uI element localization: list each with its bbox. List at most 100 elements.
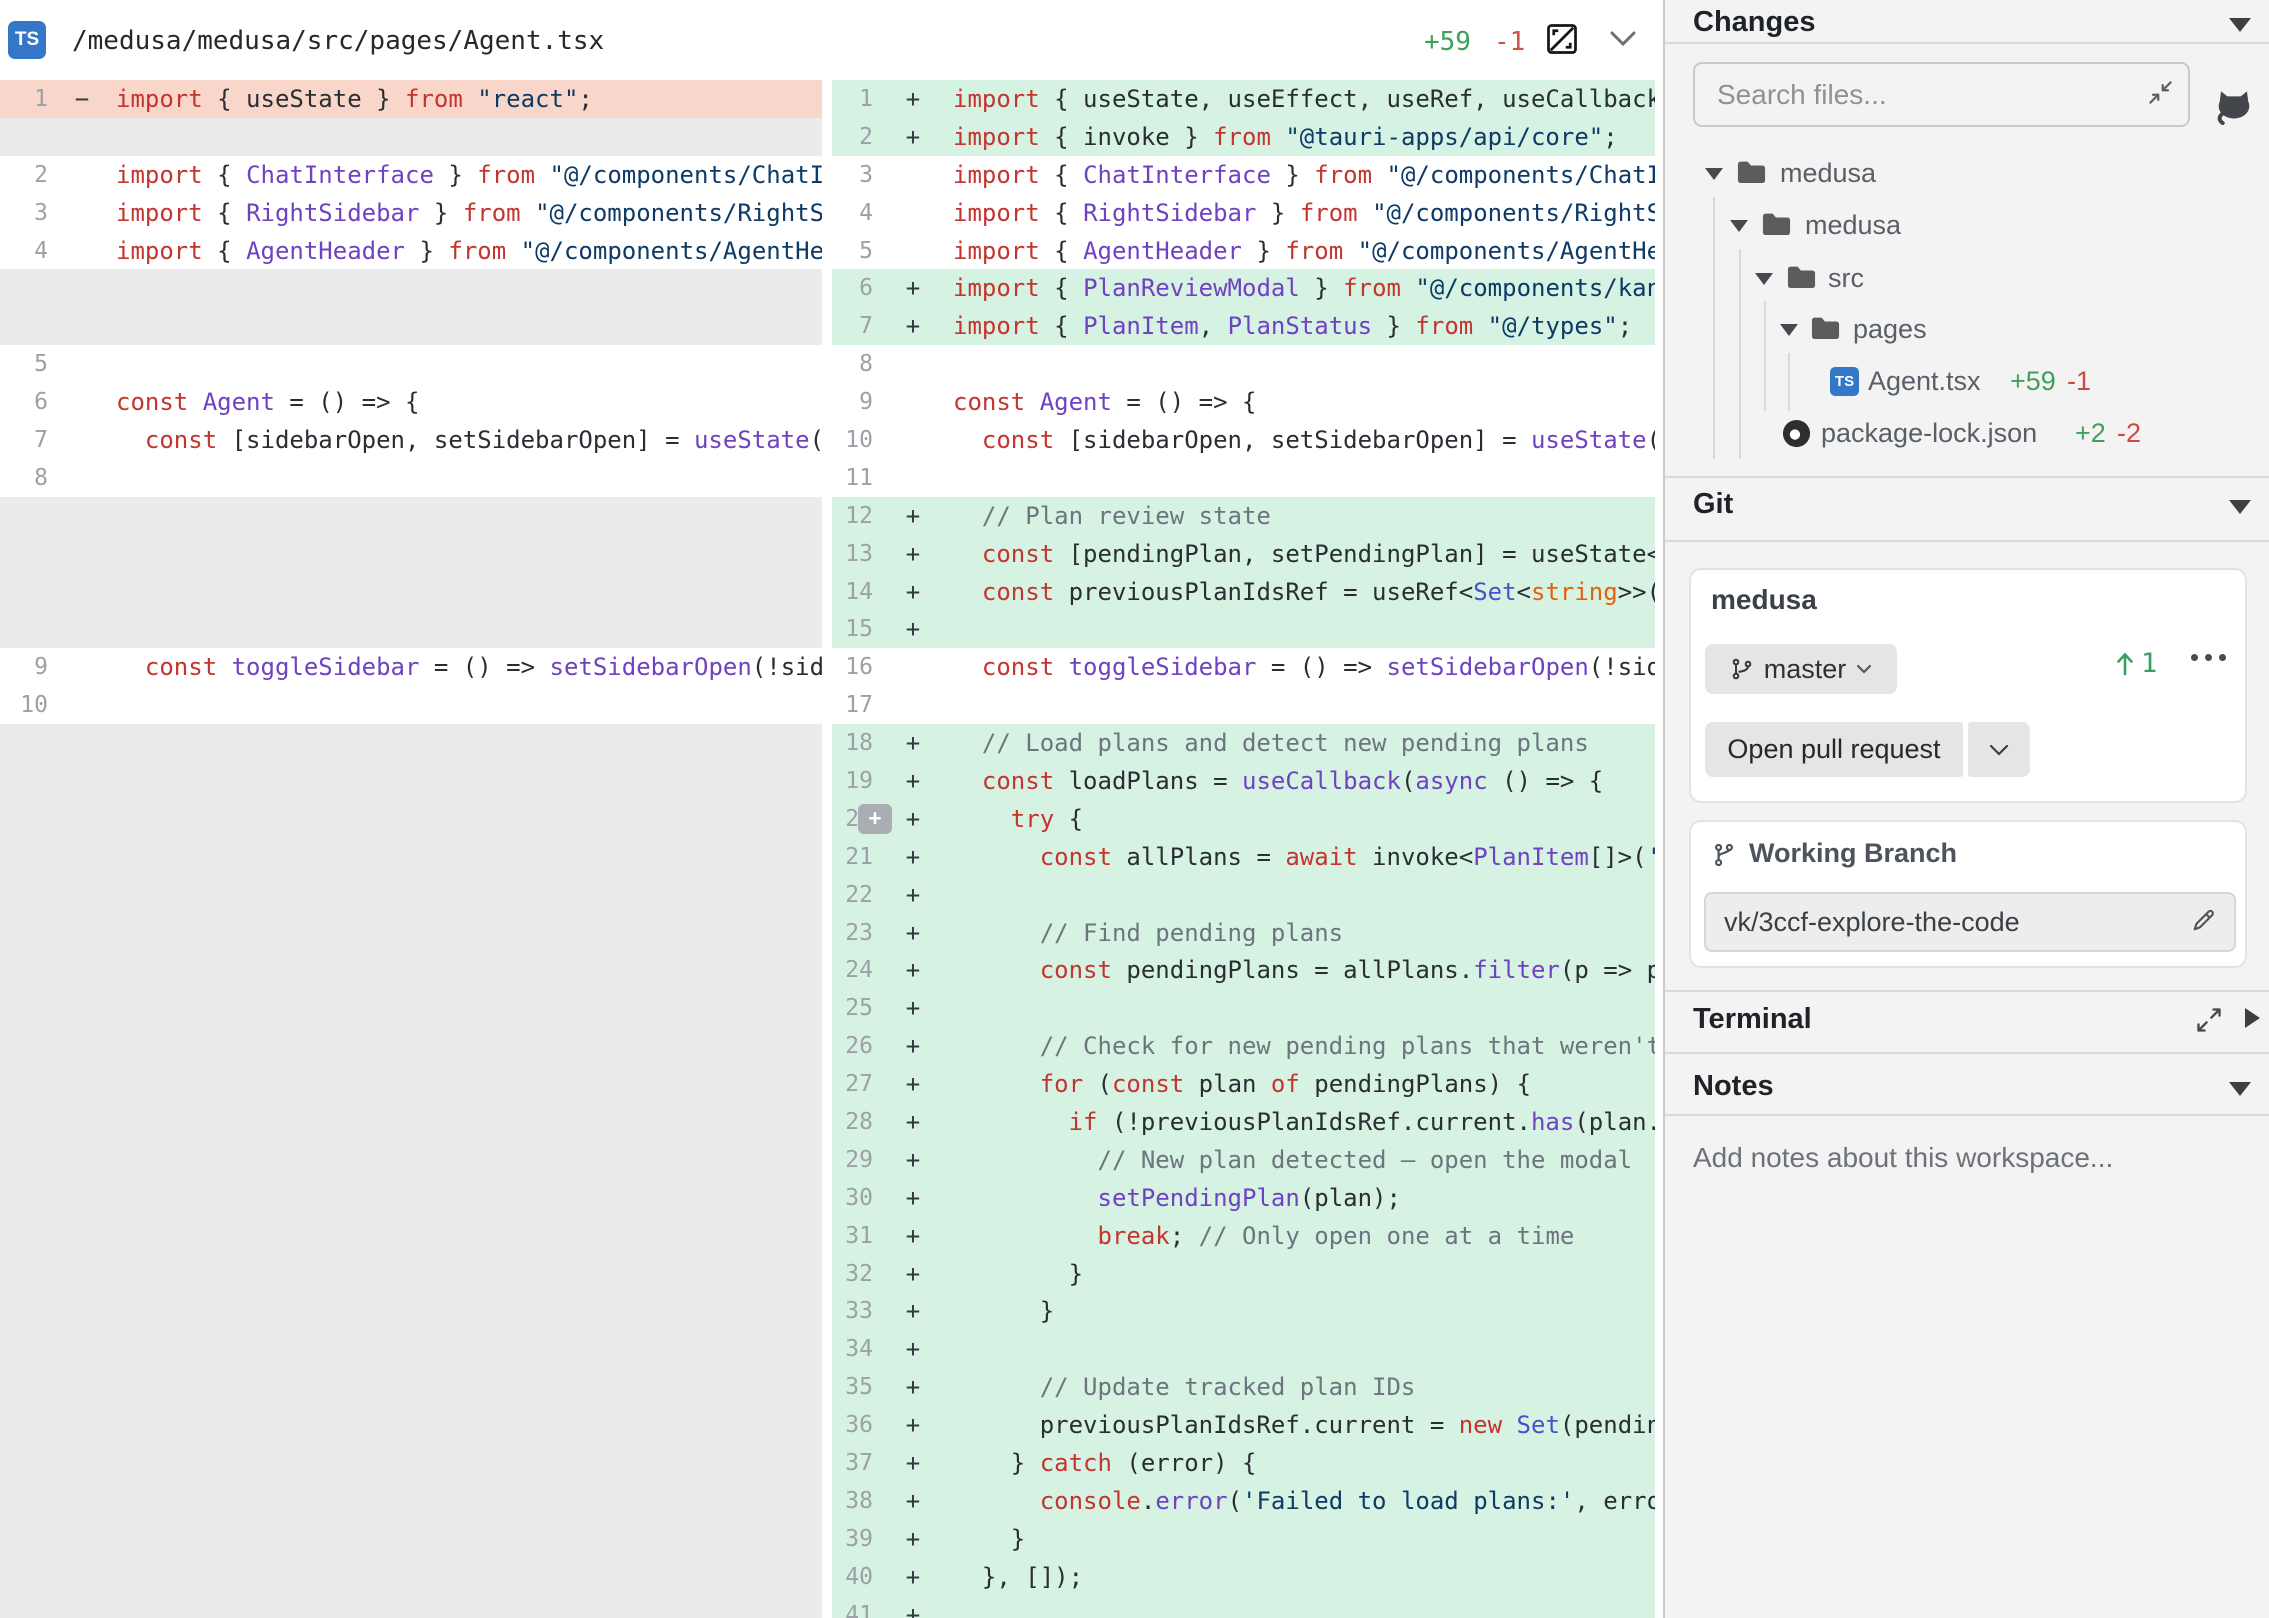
- diff-filler-row: [0, 497, 822, 535]
- github-icon[interactable]: [2214, 88, 2254, 128]
- code-line: import { RightSidebar } from "@/componen…: [116, 199, 822, 227]
- diff-marker: +: [873, 1449, 953, 1477]
- expand-terminal-icon[interactable]: [2195, 1006, 2223, 1034]
- more-options-icon[interactable]: [2191, 654, 2226, 661]
- diff-row: 26+ // Check for new pending plans that …: [832, 1027, 1655, 1065]
- diff-filler-row: [0, 762, 822, 800]
- line-number: 22: [832, 882, 873, 908]
- diff-marker: +: [873, 881, 953, 909]
- expander-icon[interactable]: [1780, 324, 1798, 336]
- diff-row: 41+: [832, 1596, 1655, 1618]
- diff-row: 8: [832, 345, 1655, 383]
- search-files-input[interactable]: [1715, 78, 2147, 112]
- diff-filler-row: [0, 1255, 822, 1293]
- diff-row: 9 const toggleSidebar = () => setSidebar…: [0, 648, 822, 686]
- tree-item-pages[interactable]: pages: [1665, 303, 2269, 355]
- git-branch-icon: [1711, 842, 1737, 868]
- diff-marker: +: [873, 312, 953, 340]
- tree-item-src[interactable]: src: [1665, 252, 2269, 304]
- line-number: 1: [0, 86, 48, 112]
- file-path: /medusa/medusa/src/pages/Agent.tsx: [72, 26, 604, 56]
- code-line: const Agent = () => {: [953, 388, 1256, 416]
- branch-selector-button[interactable]: master: [1705, 644, 1897, 694]
- notes-input-placeholder[interactable]: Add notes about this workspace...: [1693, 1142, 2113, 1174]
- diff-row: 4 import { RightSidebar } from "@/compone…: [832, 194, 1655, 232]
- line-number: 27: [832, 1071, 873, 1097]
- git-branch-icon: [1730, 657, 1754, 681]
- divider: [1665, 1114, 2269, 1116]
- diff-row: 22+: [832, 876, 1655, 914]
- line-number: 9: [0, 654, 48, 680]
- folder-icon: [1810, 315, 1841, 341]
- terminal-expand-caret-icon[interactable]: [2245, 1008, 2260, 1028]
- file-deletions: -1: [2067, 366, 2091, 397]
- additions-count: +59: [1424, 27, 1471, 57]
- edit-branch-icon[interactable]: [2190, 906, 2218, 939]
- diff-filler-row: [0, 1482, 822, 1520]
- split-diff-icon[interactable]: [1544, 21, 1580, 57]
- file-additions: +2: [2075, 418, 2106, 449]
- diff-pane-new[interactable]: 1+import { useState, useEffect, useRef, …: [832, 80, 1655, 1618]
- diff-row: 15+: [832, 610, 1655, 648]
- line-number: 6: [832, 275, 873, 301]
- code-line: console.error('Failed to load plans:', e…: [953, 1487, 1655, 1515]
- tree-item-medusa[interactable]: medusa: [1665, 147, 2269, 199]
- tree-item-medusa-inner[interactable]: medusa: [1665, 199, 2269, 251]
- working-branch-field[interactable]: vk/3ccf-explore-the-code: [1704, 892, 2236, 952]
- tree-item-label: medusa: [1780, 158, 1876, 189]
- diff-row: 6+import { PlanReviewModal } from "@/com…: [832, 269, 1655, 307]
- diff-marker: −: [48, 85, 116, 113]
- diff-marker: +: [873, 1184, 953, 1212]
- diff-marker: +: [873, 540, 953, 568]
- add-comment-button[interactable]: +: [858, 804, 892, 834]
- diff-marker: +: [873, 1373, 953, 1401]
- diff-marker: +: [873, 274, 953, 302]
- expander-icon[interactable]: [1705, 168, 1723, 180]
- line-number: 25: [832, 995, 873, 1021]
- changes-collapse-caret-icon[interactable]: [2229, 18, 2251, 32]
- tree-item-agent-tsx[interactable]: TS Agent.tsx +59 -1: [1665, 355, 2269, 407]
- line-number: 19: [832, 768, 873, 794]
- diff-row: 17: [832, 686, 1655, 724]
- diff-filler-row: [0, 307, 822, 345]
- diff-row: 34+: [832, 1330, 1655, 1368]
- line-number: 17: [832, 692, 873, 718]
- notes-collapse-caret-icon[interactable]: [2229, 1082, 2251, 1096]
- pull-request-options-button[interactable]: [1968, 722, 2030, 777]
- deletions-count: -1: [1494, 27, 1525, 57]
- arrow-up-icon: [2115, 651, 2135, 677]
- code-line: import { RightSidebar } from "@/componen…: [953, 199, 1655, 227]
- diff-marker: +: [873, 843, 953, 871]
- expander-icon[interactable]: [1730, 220, 1748, 232]
- code-line: const toggleSidebar = () => setSidebarOp…: [116, 653, 822, 681]
- diff-filler-row: [0, 1558, 822, 1596]
- diff-marker: +: [873, 994, 953, 1022]
- line-number: 6: [0, 389, 48, 415]
- diff-pane-old[interactable]: 1−import { useState } from "react";2impo…: [0, 80, 822, 1618]
- line-number: 40: [832, 1564, 873, 1590]
- code-line: import { useState, useEffect, useRef, us…: [953, 85, 1655, 113]
- file-deletions: -2: [2117, 418, 2141, 449]
- line-number: 4: [832, 200, 873, 226]
- code-line: import { PlanReviewModal } from "@/compo…: [953, 274, 1655, 302]
- tree-item-package-lock[interactable]: package-lock.json +2 -2: [1665, 407, 2269, 459]
- line-number: 38: [832, 1488, 873, 1514]
- line-number: 35: [832, 1374, 873, 1400]
- divider: [1665, 990, 2269, 992]
- line-number: 4: [0, 238, 48, 264]
- diff-filler-row: [0, 535, 822, 573]
- chevron-down-icon[interactable]: [1608, 28, 1638, 50]
- diff-row: 3import { ChatInterface } from "@/compon…: [832, 156, 1655, 194]
- code-line: // Load plans and detect new pending pla…: [953, 729, 1589, 757]
- expander-icon[interactable]: [1755, 273, 1773, 285]
- diff-row: 19+ const loadPlans = useCallback(async …: [832, 762, 1655, 800]
- open-pull-request-button[interactable]: Open pull request: [1705, 722, 1963, 777]
- diff-row: 23+ // Find pending plans: [832, 914, 1655, 952]
- diff-row: 4import { AgentHeader } from "@/componen…: [0, 232, 822, 270]
- commits-ahead[interactable]: 1: [2115, 648, 2157, 679]
- diff-file-header: TS /medusa/medusa/src/pages/Agent.tsx +5…: [0, 0, 1663, 80]
- git-collapse-caret-icon[interactable]: [2229, 500, 2251, 514]
- diff-marker: +: [873, 1070, 953, 1098]
- collapse-tree-icon[interactable]: [2147, 79, 2174, 111]
- code-line: import { useState } from "react";: [116, 85, 593, 113]
